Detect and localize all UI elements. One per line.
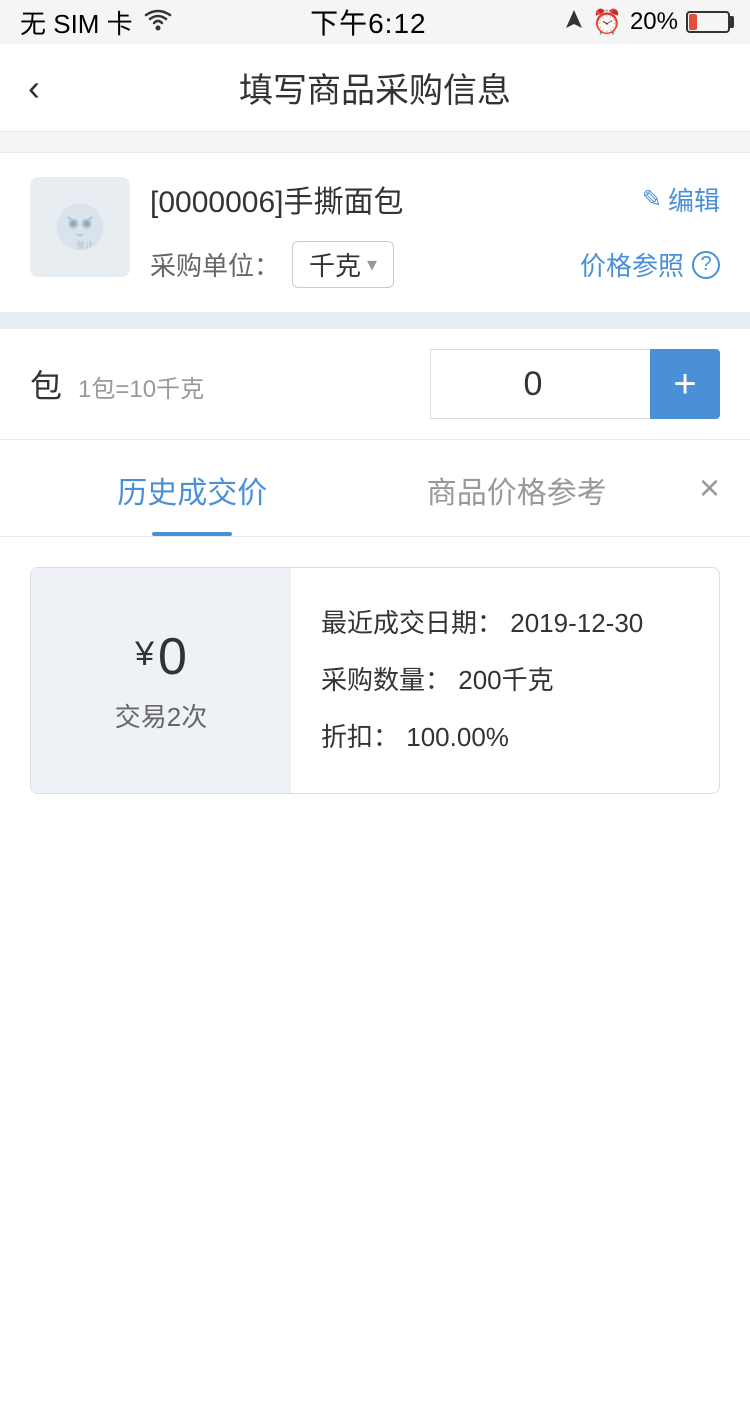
quantity-unit-label: 包	[30, 361, 62, 407]
wifi-icon	[143, 7, 173, 38]
purchase-qty-row: 采购数量： 200千克	[321, 661, 689, 700]
product-thumbnail: 餐计	[30, 177, 130, 277]
status-right: ⏰ 20%	[564, 8, 730, 37]
product-name: [0000006]手撕面包	[150, 177, 403, 221]
help-icon: ?	[692, 251, 720, 279]
discount-label: 折扣：	[321, 722, 399, 752]
purchase-unit-left: 采购单位： 千克 ▾	[150, 241, 394, 288]
history-trade-count: 交易2次	[115, 697, 207, 734]
purchase-qty-value: 200千克	[458, 665, 553, 695]
quantity-hint: 1包=10千克	[78, 369, 204, 404]
tab-price-reference[interactable]: 商品价格参考	[354, 440, 678, 536]
tab-panel: 历史成交价 商品价格参考 × ¥ 0 交易2次 最近成交日期： 2019-12-…	[0, 440, 750, 824]
status-bar: 无 SIM 卡 下午6:12 ⏰ 20%	[0, 0, 750, 44]
price-ref-button[interactable]: 价格参照 ?	[580, 246, 720, 283]
product-info: [0000006]手撕面包 ✎ 编辑 采购单位： 千克 ▾ 价格参照 ?	[150, 177, 720, 288]
page-title: 填写商品采购信息	[239, 63, 511, 112]
purchase-qty-label: 采购数量：	[321, 665, 451, 695]
alarm-icon: ⏰	[592, 8, 622, 37]
location-icon	[564, 8, 584, 37]
back-button[interactable]: ‹	[28, 67, 40, 109]
product-card: 餐计 [0000006]手撕面包 ✎ 编辑 采购单位： 千克 ▾	[0, 152, 750, 313]
discount-row: 折扣： 100.00%	[321, 718, 689, 757]
page-whitespace	[0, 824, 750, 1424]
carrier-label: 无 SIM 卡	[20, 4, 133, 41]
quantity-left: 包 1包=10千克	[30, 361, 204, 407]
unit-select[interactable]: 千克 ▾	[292, 241, 394, 288]
history-price-display: ¥ 0	[135, 627, 187, 687]
recent-date-value: 2019-12-30	[510, 608, 643, 638]
quantity-control: +	[430, 349, 720, 419]
section-divider	[0, 313, 750, 329]
quantity-input[interactable]	[430, 349, 650, 419]
discount-value: 100.00%	[406, 722, 509, 752]
history-price-value: 0	[158, 627, 187, 687]
quantity-row: 包 1包=10千克 +	[0, 329, 750, 440]
history-left-panel: ¥ 0 交易2次	[31, 568, 291, 793]
status-time: 下午6:12	[310, 2, 427, 42]
tab-content-history: ¥ 0 交易2次 最近成交日期： 2019-12-30 采购数量： 200千克 …	[0, 537, 750, 824]
edit-icon: ✎	[642, 185, 662, 214]
battery-icon	[686, 11, 730, 33]
tab-history-price[interactable]: 历史成交价	[30, 440, 354, 536]
history-card: ¥ 0 交易2次 最近成交日期： 2019-12-30 采购数量： 200千克 …	[30, 567, 720, 794]
purchase-unit-label: 采购单位：	[150, 246, 280, 283]
nav-bar: ‹ 填写商品采购信息	[0, 44, 750, 132]
history-right-panel: 最近成交日期： 2019-12-30 采购数量： 200千克 折扣： 100.0…	[291, 568, 719, 793]
tab-close-button[interactable]: ×	[679, 447, 720, 529]
currency-symbol: ¥	[135, 635, 154, 674]
recent-date-row: 最近成交日期： 2019-12-30	[321, 604, 689, 643]
quantity-plus-button[interactable]: +	[650, 349, 720, 419]
edit-button[interactable]: ✎ 编辑	[642, 181, 720, 218]
svg-text:餐计: 餐计	[77, 240, 94, 250]
recent-date-label: 最近成交日期：	[321, 608, 503, 638]
chevron-down-icon: ▾	[367, 252, 377, 277]
battery-percent: 20%	[630, 8, 678, 36]
status-left: 无 SIM 卡	[20, 4, 173, 41]
tab-header: 历史成交价 商品价格参考 ×	[0, 440, 750, 537]
